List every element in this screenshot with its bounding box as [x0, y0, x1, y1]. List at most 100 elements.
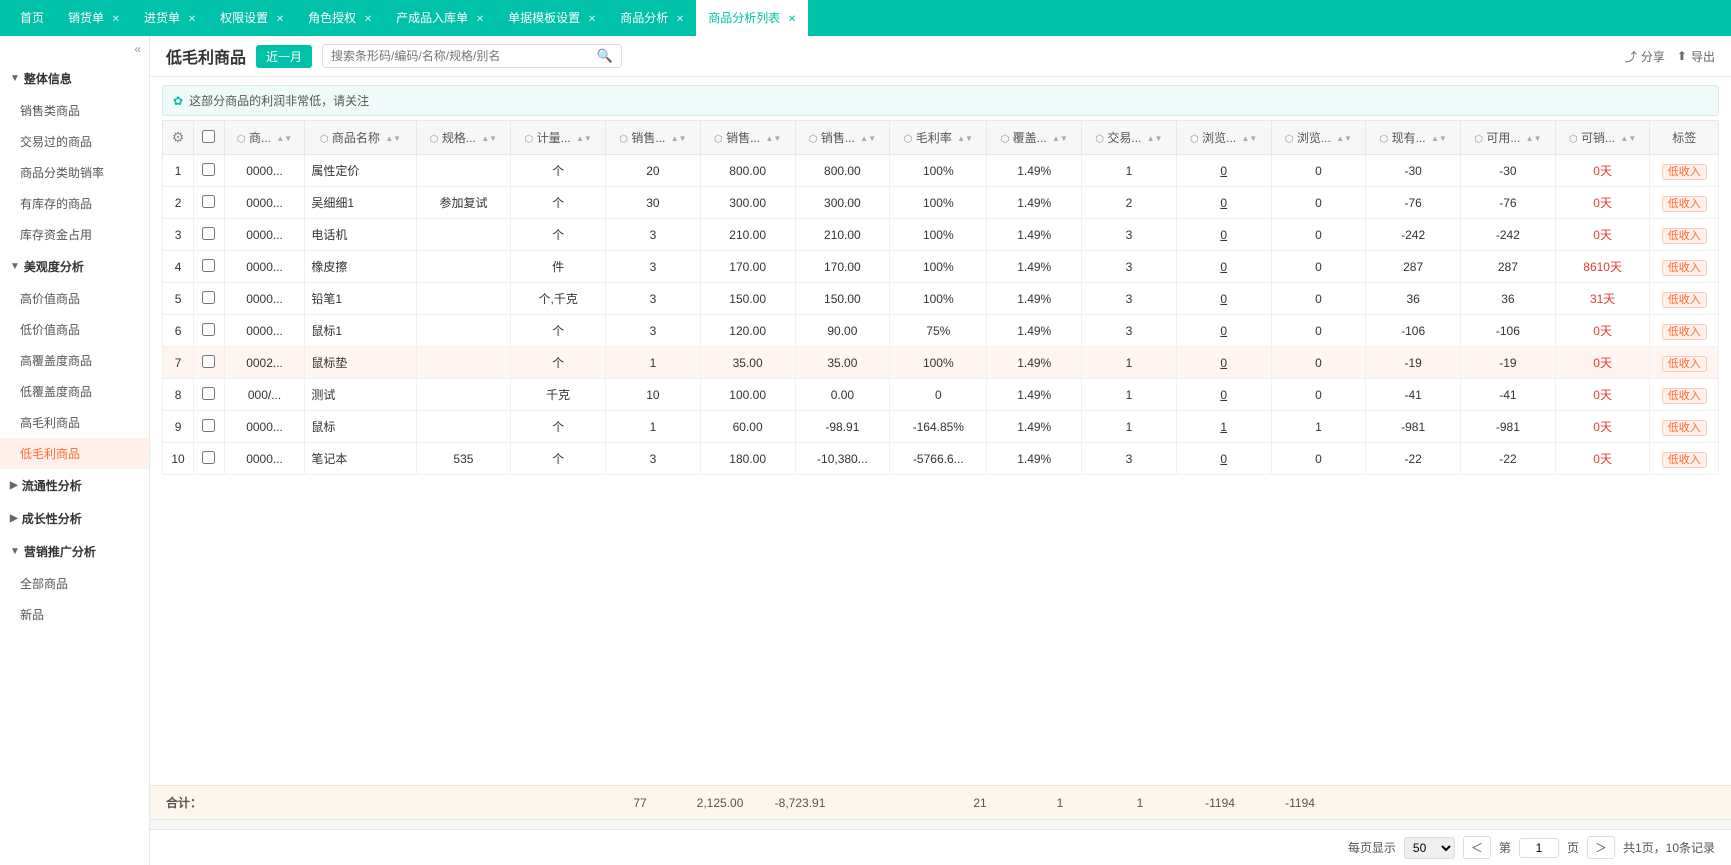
search-icon[interactable]: 🔍: [597, 48, 613, 64]
row-checkbox-0[interactable]: [202, 163, 215, 176]
row-checkbox-3[interactable]: [202, 259, 215, 272]
sort-arrows-saleable: ▲▼: [1620, 134, 1636, 143]
export-button[interactable]: ⬆ 导出: [1677, 48, 1715, 65]
nav-item-home[interactable]: 首页: [8, 0, 56, 36]
sidebar-section-marketing: ▼ 营销推广分析 全部商品 新品: [0, 535, 149, 630]
sidebar-section-title-beauty[interactable]: ▼ 美观度分析: [0, 250, 149, 283]
col-code[interactable]: ⬡ 商... ▲▼: [224, 121, 305, 155]
col-browse1[interactable]: ⬡ 浏览... ▲▼: [1176, 121, 1271, 155]
row-num: 5: [163, 283, 194, 315]
sidebar-item-high-value[interactable]: 高价值商品: [0, 283, 149, 314]
gear-icon[interactable]: ⚙: [172, 129, 185, 145]
browse1-link[interactable]: 0: [1220, 228, 1227, 242]
sidebar-item-stock-capital[interactable]: 库存资金占用: [0, 219, 149, 250]
nav-close-goods-analysis[interactable]: ✕: [676, 14, 684, 25]
row-checkbox-9[interactable]: [202, 451, 215, 464]
sort-arrows-coverage: ▲▼: [1052, 134, 1068, 143]
col-spec[interactable]: ⬡ 规格... ▲▼: [416, 121, 511, 155]
browse1-link[interactable]: 0: [1220, 164, 1227, 178]
col-coverage[interactable]: ⬡ 覆盖... ▲▼: [987, 121, 1082, 155]
row-checkbox-1[interactable]: [202, 195, 215, 208]
browse1-link[interactable]: 0: [1220, 452, 1227, 466]
col-checkbox[interactable]: [194, 121, 225, 155]
nav-item-template[interactable]: 单据模板设置 ✕: [496, 0, 608, 36]
browse1-link[interactable]: 1: [1220, 420, 1227, 434]
col-sales-count[interactable]: ⬡ 销售... ▲▼: [606, 121, 701, 155]
row-checkbox-6[interactable]: [202, 355, 215, 368]
nav-item-goods-analysis[interactable]: 商品分析 ✕: [608, 0, 696, 36]
sidebar-item-category-rate[interactable]: 商品分类助销率: [0, 157, 149, 188]
sidebar-item-sales-goods[interactable]: 销售类商品: [0, 95, 149, 126]
row-checkbox-7[interactable]: [202, 387, 215, 400]
table-cell: -5766.6...: [890, 443, 987, 475]
col-sales-amount[interactable]: ⬡ 销售... ▲▼: [795, 121, 890, 155]
prev-page-button[interactable]: ＜: [1463, 836, 1491, 859]
sort-arrows-spec: ▲▼: [481, 134, 497, 143]
browse1-link[interactable]: 0: [1220, 324, 1227, 338]
row-checkbox-4[interactable]: [202, 291, 215, 304]
col-available[interactable]: ⬡ 可用... ▲▼: [1461, 121, 1556, 155]
sidebar-item-low-coverage[interactable]: 低覆盖度商品: [0, 376, 149, 407]
nav-item-role[interactable]: 角色授权 ✕: [296, 0, 384, 36]
nav-item-goods-analysis-list[interactable]: 商品分析列表 ✕: [696, 0, 808, 36]
browse1-link[interactable]: 0: [1220, 196, 1227, 210]
row-checkbox-8[interactable]: [202, 419, 215, 432]
nav-close-role[interactable]: ✕: [364, 14, 372, 25]
page-size-select[interactable]: 50 100 200: [1404, 837, 1455, 859]
share-button[interactable]: ⤴ 分享: [1625, 48, 1665, 65]
search-input[interactable]: [331, 49, 597, 63]
sidebar-collapse-btn[interactable]: «: [0, 36, 149, 62]
table-cell: 1.49%: [987, 347, 1082, 379]
summary-browse2: 1: [1100, 796, 1180, 810]
sidebar-item-stock-goods[interactable]: 有库存的商品: [0, 188, 149, 219]
nav-item-sales[interactable]: 销货单 ✕: [56, 0, 132, 36]
sidebar-item-all-goods[interactable]: 全部商品: [0, 568, 149, 599]
row-checkbox-5[interactable]: [202, 323, 215, 336]
nav-close-permission[interactable]: ✕: [276, 14, 284, 25]
sidebar-section-title-flow[interactable]: ▶ 流通性分析: [0, 469, 149, 502]
nav-close-template[interactable]: ✕: [588, 14, 596, 25]
nav-close-goods-analysis-list[interactable]: ✕: [788, 14, 796, 25]
sidebar-item-high-profit[interactable]: 高毛利商品: [0, 407, 149, 438]
sidebar-section-title-marketing[interactable]: ▼ 营销推广分析: [0, 535, 149, 568]
nav-item-permission[interactable]: 权限设置 ✕: [208, 0, 296, 36]
col-saleable[interactable]: ⬡ 可销... ▲▼: [1555, 121, 1650, 155]
col-trade[interactable]: ⬡ 交易... ▲▼: [1082, 121, 1177, 155]
nav-close-purchase[interactable]: ✕: [188, 14, 196, 25]
nav-close-sales[interactable]: ✕: [112, 14, 120, 25]
col-sales-price[interactable]: ⬡ 销售... ▲▼: [700, 121, 795, 155]
sidebar-section-title-growth[interactable]: ▶ 成长性分析: [0, 502, 149, 535]
page-number-input[interactable]: [1519, 838, 1559, 858]
browse1-link[interactable]: 0: [1220, 292, 1227, 306]
nav-item-product-entry[interactable]: 产成品入库单 ✕: [384, 0, 496, 36]
row-checkbox-2[interactable]: [202, 227, 215, 240]
col-tag[interactable]: 标签: [1650, 121, 1719, 155]
col-name[interactable]: ⬡ 商品名称 ▲▼: [305, 121, 416, 155]
col-settings[interactable]: ⚙: [163, 121, 194, 155]
col-gross-rate[interactable]: ⬡ 毛利率 ▲▼: [890, 121, 987, 155]
sidebar-section-title-overview[interactable]: ▼ 整体信息: [0, 62, 149, 95]
sidebar-item-new-goods[interactable]: 新品: [0, 599, 149, 630]
col-unit[interactable]: ⬡ 计量... ▲▼: [511, 121, 606, 155]
select-all-checkbox[interactable]: [202, 130, 215, 143]
tag-badge: 低收入: [1662, 356, 1707, 372]
sidebar-item-traded-goods[interactable]: 交易过的商品: [0, 126, 149, 157]
horizontal-scroll[interactable]: [150, 819, 1731, 829]
arrow-icon-overview: ▼: [10, 73, 20, 84]
table-cell: 0: [1271, 187, 1366, 219]
col-current[interactable]: ⬡ 现有... ▲▼: [1366, 121, 1461, 155]
time-filter-button[interactable]: 近一月: [256, 45, 312, 68]
browse1-link[interactable]: 0: [1220, 260, 1227, 274]
sidebar-item-high-coverage[interactable]: 高覆盖度商品: [0, 345, 149, 376]
next-page-button[interactable]: ＞: [1587, 836, 1615, 859]
saleable-days: 8610天: [1583, 260, 1622, 274]
sidebar-item-low-profit[interactable]: 低毛利商品: [0, 438, 149, 469]
browse1-link[interactable]: 0: [1220, 356, 1227, 370]
browse1-link[interactable]: 0: [1220, 388, 1227, 402]
nav-item-purchase[interactable]: 进货单 ✕: [132, 0, 208, 36]
table-cell: 个: [511, 347, 606, 379]
sidebar-item-low-value[interactable]: 低价值商品: [0, 314, 149, 345]
nav-close-product-entry[interactable]: ✕: [476, 14, 484, 25]
tag-badge: 低收入: [1662, 452, 1707, 468]
col-browse2[interactable]: ⬡ 浏览... ▲▼: [1271, 121, 1366, 155]
